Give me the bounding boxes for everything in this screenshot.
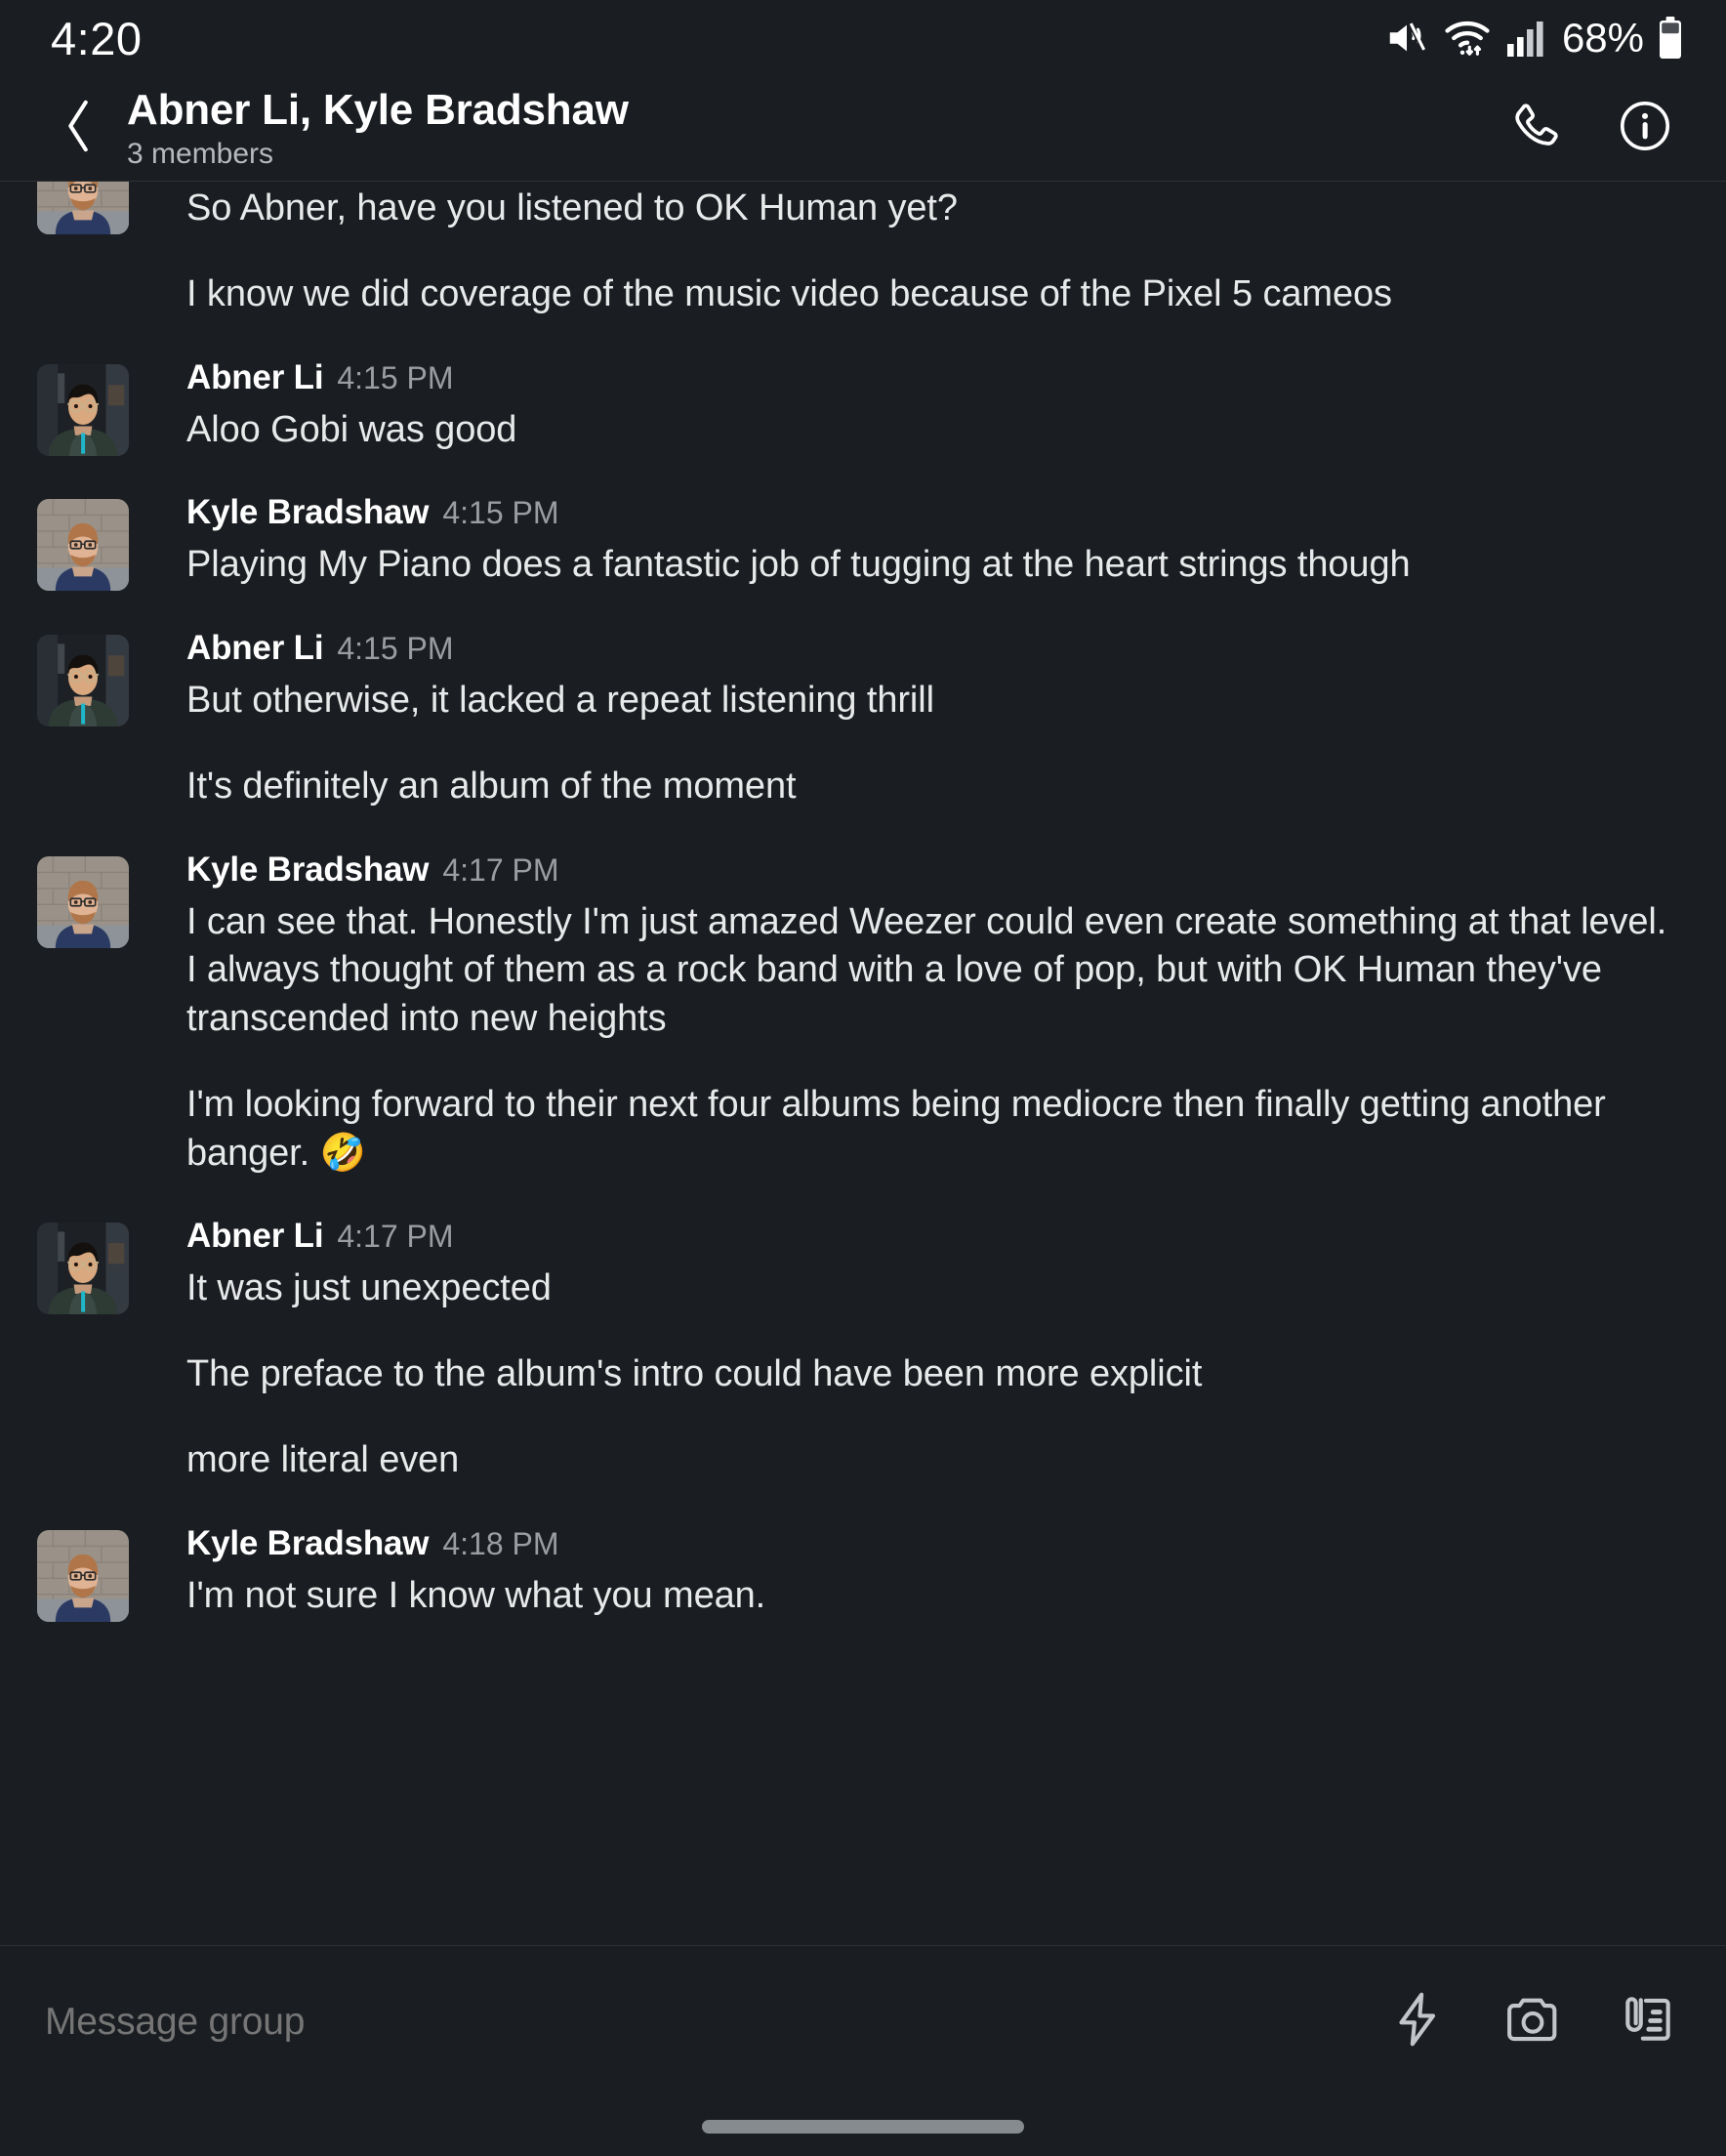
message-body: Kyle Bradshaw 4:18 PM I'm not sure I know … — [146, 1526, 1687, 1627]
message-text: I know we did coverage of the music vide… — [186, 272, 1392, 314]
message-text: I can see that. Honestly I'm just amazed… — [186, 900, 1667, 1040]
info-circle-icon — [1617, 98, 1673, 159]
message-timestamp: 4:17 PM — [337, 1219, 454, 1255]
message-input[interactable] — [45, 2000, 1382, 2044]
header-actions — [1505, 99, 1687, 159]
message-author[interactable]: Abner Li — [186, 1219, 324, 1253]
avatar-column — [37, 1526, 146, 1627]
message-meta: Kyle Bradshaw 4:17 PM — [186, 852, 1687, 892]
message-timestamp: 4:18 PM — [442, 1525, 559, 1561]
message-meta: Kyle Bradshaw 4:18 PM — [186, 1526, 1687, 1566]
message-group: Kyle Bradshaw 4:18 PM I'm not sure I know … — [0, 1526, 1726, 1627]
message-timestamp: 4:17 PM — [442, 851, 559, 888]
back-chevron-icon — [59, 98, 100, 159]
avatar-column — [37, 631, 146, 817]
header-title-block[interactable]: Abner Li, Kyle Bradshaw 3 members — [115, 85, 1505, 171]
abner-li-avatar[interactable] — [37, 363, 129, 456]
abner-li-avatar[interactable] — [37, 1223, 129, 1315]
message-text: It's definitely an album of the moment — [186, 765, 797, 807]
status-clock: 4:20 — [51, 12, 143, 64]
kyle-bradshaw-avatar[interactable] — [37, 499, 129, 592]
message-group: Kyle Bradshaw 4:15 PM Playing My Piano doe… — [0, 495, 1726, 596]
message-meta: Abner Li 4:15 PM — [186, 360, 1687, 400]
avatar-column — [37, 360, 146, 461]
message-timestamp: 4:15 PM — [337, 359, 454, 395]
member-count-label: 3 members — [127, 138, 274, 171]
kyle-bradshaw-avatar[interactable] — [37, 1529, 129, 1622]
camera-button[interactable] — [1498, 1987, 1568, 2057]
abner-li-avatar[interactable] — [37, 635, 129, 727]
page-title: Abner Li, Kyle Bradshaw — [127, 85, 629, 134]
message-composer — [0, 1945, 1726, 2097]
message-text: The preface to the album's intro could h… — [186, 1353, 1203, 1395]
status-bar: 4:20 68% — [0, 0, 1726, 76]
message-timestamp: 4:15 PM — [337, 631, 454, 667]
battery-percent-label: 68% — [1561, 15, 1644, 61]
message-text: But otherwise, it lacked a repeat listen… — [186, 680, 934, 722]
message-timestamp: 4:15 PM — [442, 495, 559, 531]
battery-icon — [1658, 17, 1683, 60]
avatar-column — [37, 1219, 146, 1490]
attach-file-button[interactable] — [1613, 1987, 1683, 2057]
message-group: Abner Li 4:15 PM Aloo Gobi was good — [0, 360, 1726, 461]
message-group: Kyle Bradshaw4:14 PMSo Abner, have you l… — [0, 182, 1726, 325]
status-indicators: 68% — [1384, 15, 1683, 62]
avatar-column — [37, 852, 146, 1184]
message-body: Abner Li 4:15 PM Aloo Gobi was good — [146, 360, 1687, 461]
camera-icon — [1500, 1989, 1565, 2054]
message-text: Aloo Gobi was good — [186, 408, 517, 450]
message-text: It was just unexpected — [186, 1267, 552, 1309]
message-body: Kyle Bradshaw 4:17 PM I can see that. Hone… — [146, 852, 1687, 1184]
message-text: I'm not sure I know what you mean. — [186, 1574, 766, 1616]
message-group: Abner Li 4:15 PM But otherwise, it lacked … — [0, 631, 1726, 817]
avatar-column — [37, 495, 146, 596]
details-button[interactable] — [1615, 99, 1675, 159]
call-button[interactable] — [1505, 99, 1566, 159]
message-author[interactable]: Abner Li — [186, 631, 324, 665]
kyle-bradshaw-avatar[interactable] — [37, 182, 129, 234]
message-author[interactable]: Kyle Bradshaw — [186, 852, 430, 887]
message-meta: Kyle Bradshaw 4:15 PM — [186, 495, 1687, 535]
message-body: Kyle Bradshaw 4:15 PM Playing My Piano doe… — [146, 495, 1687, 596]
message-group: Abner Li 4:17 PM It was just unexpected The… — [0, 1219, 1726, 1490]
shortcuts-button[interactable] — [1382, 1987, 1453, 2057]
phone-icon — [1507, 98, 1564, 159]
home-indicator[interactable] — [702, 2120, 1024, 2134]
conversation-header: Abner Li, Kyle Bradshaw 3 members — [0, 76, 1726, 182]
back-button[interactable] — [43, 98, 115, 159]
cellular-signal-icon — [1505, 18, 1544, 59]
wifi-icon — [1443, 16, 1492, 61]
lightning-bolt-icon — [1387, 1989, 1448, 2054]
message-author[interactable]: Kyle Bradshaw — [186, 495, 430, 529]
message-text: more literal even — [186, 1438, 460, 1480]
message-body: Kyle Bradshaw4:14 PMSo Abner, have you l… — [146, 182, 1687, 325]
kyle-bradshaw-avatar[interactable] — [37, 855, 129, 948]
message-body: Abner Li 4:17 PM It was just unexpected The… — [146, 1219, 1687, 1490]
composer-actions — [1382, 1987, 1683, 2057]
message-body: Abner Li 4:15 PM But otherwise, it lacked … — [146, 631, 1687, 817]
message-meta: Abner Li 4:15 PM — [186, 631, 1687, 671]
message-author[interactable]: Kyle Bradshaw — [186, 1526, 430, 1560]
chat-screen: 4:20 68% Abner Li, Kyle Bradshaw 3 membe… — [0, 0, 1726, 2156]
avatar-column — [37, 182, 146, 325]
home-indicator-area — [0, 2097, 1726, 2156]
message-author[interactable]: Abner Li — [186, 360, 324, 394]
message-text: So Abner, have you listened to OK Human … — [186, 187, 958, 228]
message-meta: Abner Li 4:17 PM — [186, 1219, 1687, 1259]
message-group: Kyle Bradshaw 4:17 PM I can see that. Hone… — [0, 852, 1726, 1184]
paperclip-document-icon — [1618, 1989, 1678, 2054]
message-text: I'm looking forward to their next four a… — [186, 1083, 1606, 1174]
mute-vibrate-icon — [1384, 16, 1429, 61]
message-list[interactable]: Kyle Bradshaw4:14 PMSo Abner, have you l… — [0, 182, 1726, 1945]
message-text: Playing My Piano does a fantastic job of… — [186, 544, 1411, 586]
